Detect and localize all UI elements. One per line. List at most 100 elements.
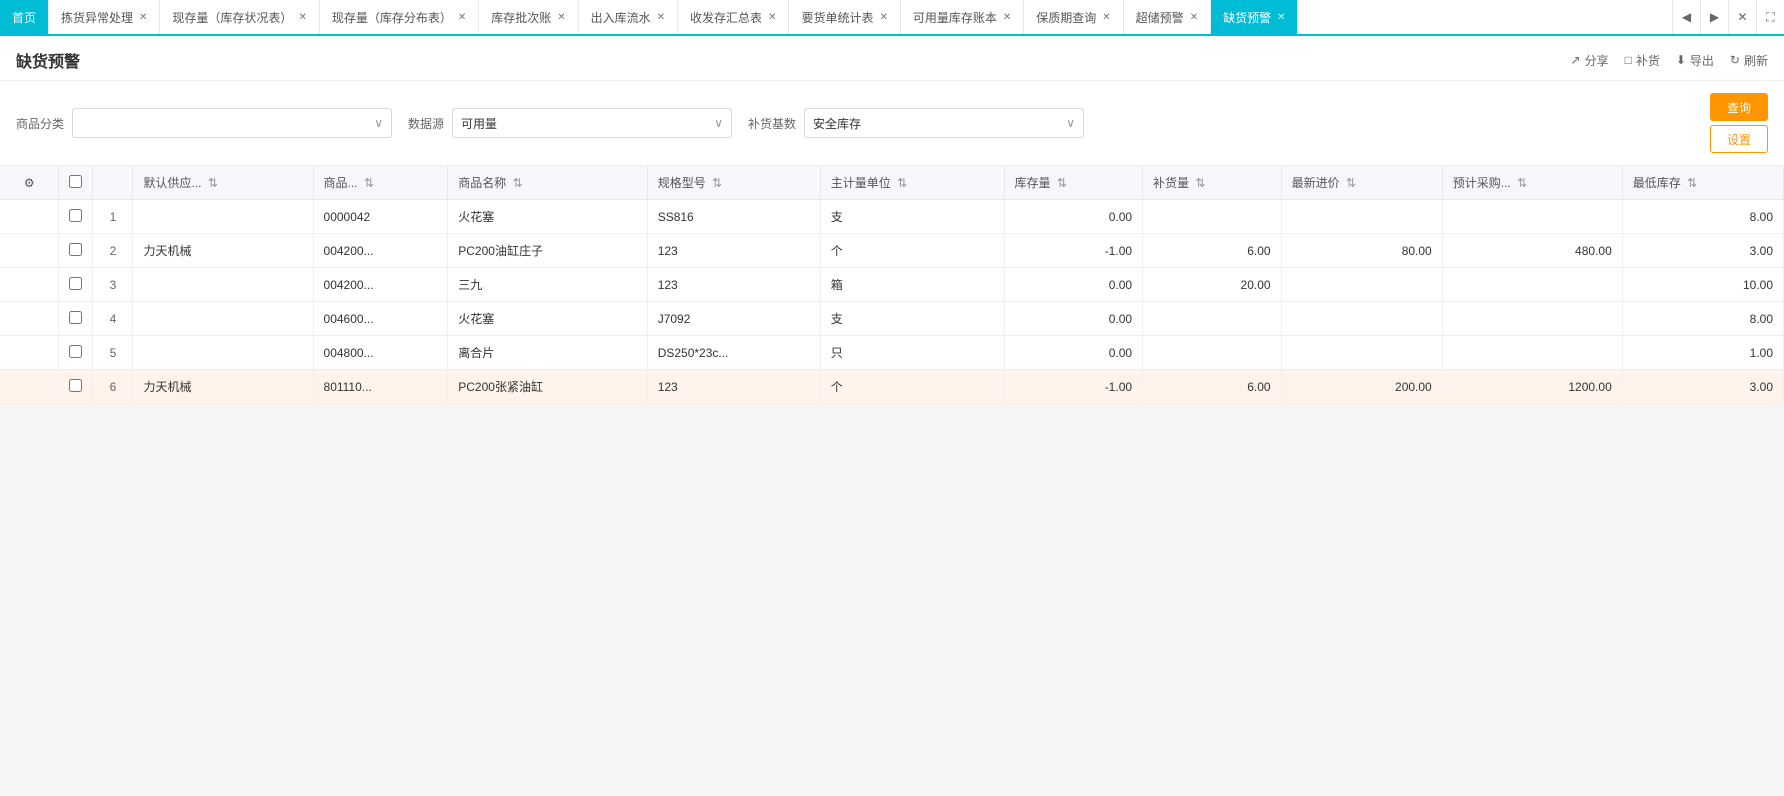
tab-inout-close[interactable]: ✕ bbox=[657, 12, 665, 23]
col-est-purchase[interactable]: 预计采购... ⇅ bbox=[1442, 166, 1622, 200]
row-unit: 支 bbox=[820, 302, 1004, 336]
col-latest-price-label: 最新进价 bbox=[1292, 176, 1340, 190]
col-replenish-qty[interactable]: 补货量 ⇅ bbox=[1143, 166, 1282, 200]
row-est-purchase bbox=[1442, 268, 1622, 302]
col-default-supplier-label: 默认供应... bbox=[143, 176, 201, 190]
tab-shortage-close[interactable]: ✕ bbox=[1277, 12, 1285, 23]
datasource-select[interactable]: 可用量 ∨ bbox=[452, 108, 732, 138]
row-num: 4 bbox=[93, 302, 133, 336]
nav-close-button[interactable]: ✕ bbox=[1728, 0, 1756, 35]
tab-available-ledger[interactable]: 可用量库存账本 ✕ bbox=[901, 0, 1024, 35]
tab-order-stat-close[interactable]: ✕ bbox=[879, 12, 887, 23]
row-checkbox[interactable] bbox=[69, 243, 82, 256]
row-replenish-qty bbox=[1143, 336, 1282, 370]
row-checkbox[interactable] bbox=[69, 311, 82, 324]
table-row: 3 004200... 三九 123 箱 0.00 20.00 10.00 bbox=[0, 268, 1784, 302]
replenish-button[interactable]: □ 补货 bbox=[1625, 52, 1660, 69]
col-settings[interactable]: ⚙ bbox=[0, 166, 59, 200]
row-checkbox-cell[interactable] bbox=[59, 234, 93, 268]
row-product-code: 801110... bbox=[313, 370, 448, 404]
tab-available-ledger-close[interactable]: ✕ bbox=[1003, 12, 1011, 23]
category-select[interactable]: ∨ bbox=[72, 108, 392, 138]
row-checkbox[interactable] bbox=[69, 277, 82, 290]
tab-home[interactable]: 首页 bbox=[0, 0, 49, 35]
query-button[interactable]: 查询 bbox=[1710, 93, 1768, 121]
row-product-name: PC200油缸庄子 bbox=[448, 234, 647, 268]
tab-order-stat[interactable]: 要货单统计表 ✕ bbox=[789, 0, 900, 35]
col-min-stock[interactable]: 最低库存 ⇅ bbox=[1622, 166, 1783, 200]
row-product-name: 火花塞 bbox=[448, 302, 647, 336]
tab-abnormal-close[interactable]: ✕ bbox=[139, 12, 147, 23]
nav-prev-button[interactable]: ◀ bbox=[1672, 0, 1700, 35]
row-replenish-qty bbox=[1143, 302, 1282, 336]
nav-next-button[interactable]: ▶ bbox=[1700, 0, 1728, 35]
row-num: 5 bbox=[93, 336, 133, 370]
row-checkbox-cell[interactable] bbox=[59, 370, 93, 404]
row-min-stock: 1.00 bbox=[1622, 336, 1783, 370]
export-button[interactable]: ⬇ 导出 bbox=[1676, 52, 1714, 69]
row-min-stock: 3.00 bbox=[1622, 370, 1783, 404]
col-replenish-qty-label: 补货量 bbox=[1153, 176, 1189, 190]
row-checkbox[interactable] bbox=[69, 379, 82, 392]
col-spec[interactable]: 规格型号 ⇅ bbox=[647, 166, 820, 200]
row-product-name: 离合片 bbox=[448, 336, 647, 370]
tab-shortage[interactable]: 缺货预警 ✕ bbox=[1211, 0, 1298, 35]
col-spec-label: 规格型号 bbox=[658, 176, 706, 190]
tab-inventory-status-close[interactable]: ✕ bbox=[298, 12, 306, 23]
share-button[interactable]: ↗ 分享 bbox=[1571, 52, 1609, 69]
col-product-code[interactable]: 商品... ⇅ bbox=[313, 166, 448, 200]
tab-inventory-status[interactable]: 现存量（库存状况表） ✕ bbox=[160, 0, 319, 35]
tab-expiry[interactable]: 保质期查询 ✕ bbox=[1024, 0, 1123, 35]
row-default-supplier: 力天机械 bbox=[133, 234, 313, 268]
tab-expiry-close[interactable]: ✕ bbox=[1102, 12, 1110, 23]
row-checkbox-cell[interactable] bbox=[59, 336, 93, 370]
row-settings-cell bbox=[0, 370, 59, 404]
replenish-base-select[interactable]: 安全库存 ∨ bbox=[804, 108, 1084, 138]
col-product-code-label: 商品... bbox=[324, 176, 358, 190]
header-actions: ↗ 分享 □ 补货 ⬇ 导出 ↻ 刷新 bbox=[1571, 52, 1769, 69]
tab-batch-close[interactable]: ✕ bbox=[557, 12, 565, 23]
row-replenish-qty: 6.00 bbox=[1143, 370, 1282, 404]
settings-gear-icon[interactable]: ⚙ bbox=[24, 176, 35, 190]
tab-overstock-close[interactable]: ✕ bbox=[1190, 12, 1198, 23]
tab-overstock[interactable]: 超储预警 ✕ bbox=[1124, 0, 1211, 35]
table-body: 1 0000042 火花塞 SS816 支 0.00 8.00 2 力天机械 0… bbox=[0, 200, 1784, 404]
category-filter-group: 商品分类 ∨ bbox=[16, 108, 392, 138]
tab-inventory-dist-close[interactable]: ✕ bbox=[458, 12, 466, 23]
tab-inout[interactable]: 出入库流水 ✕ bbox=[579, 0, 678, 35]
col-latest-price-sort-icon: ⇅ bbox=[1346, 176, 1356, 190]
tab-receive-summary[interactable]: 收发存汇总表 ✕ bbox=[678, 0, 789, 35]
row-checkbox[interactable] bbox=[69, 209, 82, 222]
col-product-name[interactable]: 商品名称 ⇅ bbox=[448, 166, 647, 200]
settings-button[interactable]: 设置 bbox=[1710, 125, 1768, 153]
tab-batch[interactable]: 库存批次账 ✕ bbox=[479, 0, 578, 35]
replenish-label: 补货 bbox=[1636, 52, 1660, 69]
row-default-supplier bbox=[133, 268, 313, 302]
tab-receive-summary-close[interactable]: ✕ bbox=[768, 12, 776, 23]
col-latest-price[interactable]: 最新进价 ⇅ bbox=[1281, 166, 1442, 200]
row-checkbox[interactable] bbox=[69, 345, 82, 358]
col-unit[interactable]: 主计量单位 ⇅ bbox=[820, 166, 1004, 200]
col-unit-sort-icon: ⇅ bbox=[897, 176, 907, 190]
col-default-supplier[interactable]: 默认供应... ⇅ bbox=[133, 166, 313, 200]
filter-row: 商品分类 ∨ 数据源 可用量 ∨ 补货基数 安全库存 ∨ 查询 设置 bbox=[0, 81, 1784, 166]
page-title: 缺货预警 bbox=[16, 48, 1571, 72]
col-product-code-sort-icon: ⇅ bbox=[364, 176, 374, 190]
row-num: 1 bbox=[93, 200, 133, 234]
row-unit: 支 bbox=[820, 200, 1004, 234]
row-product-name: 三九 bbox=[448, 268, 647, 302]
row-checkbox-cell[interactable] bbox=[59, 200, 93, 234]
row-default-supplier bbox=[133, 200, 313, 234]
table-row: 2 力天机械 004200... PC200油缸庄子 123 个 -1.00 6… bbox=[0, 234, 1784, 268]
select-all-checkbox[interactable] bbox=[69, 175, 82, 188]
tab-inventory-dist[interactable]: 现存量（库存分布表） ✕ bbox=[320, 0, 479, 35]
row-checkbox-cell[interactable] bbox=[59, 302, 93, 336]
col-replenish-qty-sort-icon: ⇅ bbox=[1195, 176, 1205, 190]
row-checkbox-cell[interactable] bbox=[59, 268, 93, 302]
nav-expand-button[interactable]: ⛶ bbox=[1756, 0, 1784, 35]
row-stock-qty: 0.00 bbox=[1004, 336, 1143, 370]
tab-abnormal[interactable]: 拣货异常处理 ✕ bbox=[49, 0, 160, 35]
refresh-button[interactable]: ↻ 刷新 bbox=[1730, 52, 1768, 69]
replenish-base-filter-group: 补货基数 安全库存 ∨ bbox=[748, 108, 1084, 138]
col-stock-qty[interactable]: 库存量 ⇅ bbox=[1004, 166, 1143, 200]
